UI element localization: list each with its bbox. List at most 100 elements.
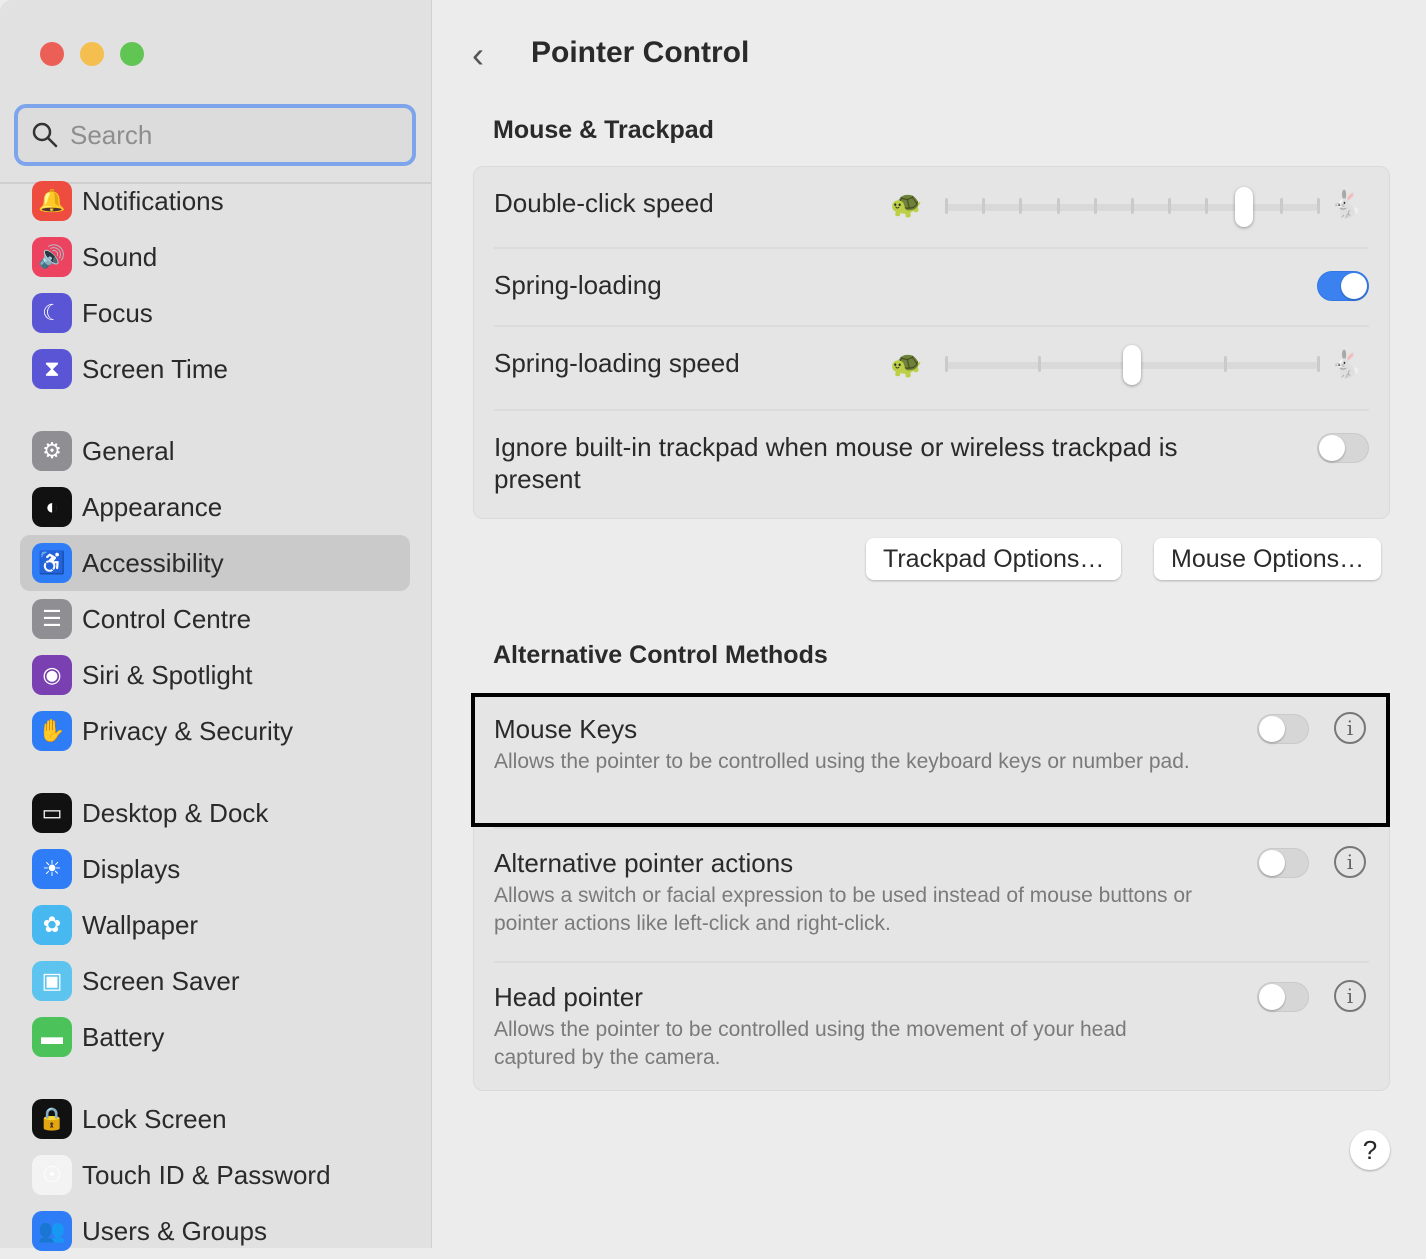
help-button[interactable]: ? xyxy=(1350,1130,1390,1170)
section-title-mouse-trackpad: Mouse & Trackpad xyxy=(493,116,714,145)
alternative-pointer-actions-row: Alternative pointer actions Allows a swi… xyxy=(494,829,1369,963)
sidebar-item-touch-id-password[interactable]: ☉Touch ID & Password xyxy=(20,1147,410,1203)
sidebar-item-label: Lock Screen xyxy=(82,1104,227,1135)
hourglass-icon: ⧗ xyxy=(32,349,72,389)
hand-icon: ✋ xyxy=(32,711,72,751)
slider-tick xyxy=(1019,198,1022,214)
sidebar-item-screen-saver[interactable]: ▣ Screen Saver xyxy=(20,953,410,1009)
sidebar-item-label: Battery xyxy=(82,1022,164,1053)
slider-tick xyxy=(1131,198,1134,214)
double-click-label: Double-click speed xyxy=(494,187,714,219)
info-icon[interactable]: i xyxy=(1334,980,1366,1012)
dock-icon: ▭ xyxy=(32,793,72,833)
search-input[interactable]: Search xyxy=(14,104,416,166)
section-title-alternative-control: Alternative Control Methods xyxy=(493,641,828,670)
double-click-speed-slider[interactable] xyxy=(946,187,1318,227)
alternative-pointer-actions-description: Allows a switch or facial expression to … xyxy=(494,882,1194,938)
highlight-box xyxy=(471,693,1390,827)
sidebar-item-label: Appearance xyxy=(82,492,222,523)
info-icon[interactable]: i xyxy=(1334,846,1366,878)
sidebar-item-sound[interactable]: 🔊Sound xyxy=(20,229,410,285)
flower-icon: ✿ xyxy=(32,905,72,945)
slider-tick xyxy=(1038,356,1041,372)
sidebar-item-wallpaper[interactable]: ✿ Wallpaper xyxy=(20,897,410,953)
gear-icon: ⚙ xyxy=(32,431,72,471)
appearance-icon: ◐ xyxy=(32,487,72,527)
search-placeholder: Search xyxy=(70,120,152,151)
sidebar-item-battery[interactable]: ▬Battery xyxy=(20,1009,410,1065)
users-icon: 👥 xyxy=(32,1211,72,1251)
slider-tick xyxy=(1317,198,1320,214)
slider-tick xyxy=(1317,356,1320,372)
search-icon xyxy=(32,122,58,148)
sidebar-item-label: Notifications xyxy=(82,186,224,217)
sidebar-item-label: Screen Saver xyxy=(82,966,240,997)
sidebar-item-lock-screen[interactable]: 🔒 Lock Screen xyxy=(20,1091,410,1147)
sidebar-item-label: Focus xyxy=(82,298,153,329)
sidebar-item-label: Touch ID & Password xyxy=(82,1160,331,1191)
slider-thumb[interactable] xyxy=(1235,187,1253,227)
minimize-button[interactable] xyxy=(80,42,104,66)
bell-icon: 🔔 xyxy=(32,181,72,221)
sidebar-item-label: Wallpaper xyxy=(82,910,198,941)
ignore-trackpad-toggle[interactable] xyxy=(1317,433,1369,463)
turtle-icon: 🐢 xyxy=(890,349,922,380)
sidebar-item-siri-spotlight[interactable]: ◉Siri & Spotlight xyxy=(20,647,410,703)
sidebar-item-desktop-dock[interactable]: ▭ Desktop & Dock xyxy=(20,785,410,841)
trackpad-options-button[interactable]: Trackpad Options… xyxy=(866,538,1121,580)
sidebar-item-label: Displays xyxy=(82,854,180,885)
lock-icon: 🔒 xyxy=(32,1099,72,1139)
head-pointer-description: Allows the pointer to be controlled usin… xyxy=(494,1016,1194,1072)
close-button[interactable] xyxy=(40,42,64,66)
accessibility-icon: ♿ xyxy=(32,543,72,583)
sun-icon: ☀ xyxy=(32,849,72,889)
head-pointer-toggle[interactable] xyxy=(1257,982,1309,1012)
slider-tick xyxy=(945,356,948,372)
mouse-options-button[interactable]: Mouse Options… xyxy=(1154,538,1381,580)
slider-tick xyxy=(1094,198,1097,214)
control-centre-icon: ☰ xyxy=(32,599,72,639)
sidebar-item-appearance[interactable]: ◐ Appearance xyxy=(20,479,410,535)
spring-loading-speed-slider[interactable] xyxy=(946,345,1318,385)
spring-loading-speed-row: Spring-loading speed 🐢 🐇 xyxy=(494,327,1369,411)
screensaver-icon: ▣ xyxy=(32,961,72,1001)
sidebar-item-focus[interactable]: ☾ Focus xyxy=(20,285,410,341)
slider-tick xyxy=(1205,198,1208,214)
sidebar-item-label: Desktop & Dock xyxy=(82,798,268,829)
slider-tick xyxy=(982,198,985,214)
page-title: Pointer Control xyxy=(531,36,749,70)
sidebar-item-control-centre[interactable]: ☰Control Centre xyxy=(20,591,410,647)
zoom-button[interactable] xyxy=(120,42,144,66)
sidebar-item-label: General xyxy=(82,436,175,467)
sidebar: Search 🔔 Notifications 🔊Sound ☾ Focus ⧗ Screen… xyxy=(0,0,432,1248)
sidebar-item-notifications[interactable]: 🔔 Notifications xyxy=(20,173,410,229)
sidebar-item-screen-time[interactable]: ⧗ Screen Time xyxy=(20,341,410,397)
rabbit-icon: 🐇 xyxy=(1330,349,1362,380)
sidebar-item-label: Screen Time xyxy=(82,354,228,385)
sidebar-item-accessibility[interactable]: ♿Accessibility xyxy=(20,535,410,591)
spring-loading-row: Spring-loading xyxy=(494,249,1369,327)
slider-tick xyxy=(1224,356,1227,372)
slider-thumb[interactable] xyxy=(1123,345,1141,385)
main-pane: ‹ Pointer Control Mouse & Trackpad Doubl… xyxy=(432,0,1426,1248)
head-pointer-row: Head pointer Allows the pointer to be co… xyxy=(494,963,1369,1091)
slider-tick xyxy=(1057,198,1060,214)
spring-loading-speed-label: Spring-loading speed xyxy=(494,347,740,379)
sidebar-item-privacy-security[interactable]: ✋ Privacy & Security xyxy=(20,703,410,759)
ignore-trackpad-label: Ignore built-in trackpad when mouse or w… xyxy=(494,431,1214,495)
mouse-trackpad-card: Double-click speed 🐢 🐇 Spring-loading Sp… xyxy=(473,166,1390,519)
spring-loading-toggle[interactable] xyxy=(1317,271,1369,301)
double-click-row: Double-click speed 🐢 🐇 xyxy=(494,167,1369,249)
turtle-icon: 🐢 xyxy=(890,189,922,220)
back-chevron-icon[interactable]: ‹ xyxy=(472,34,484,76)
alternative-pointer-actions-toggle[interactable] xyxy=(1257,848,1309,878)
ignore-trackpad-row: Ignore built-in trackpad when mouse or w… xyxy=(494,411,1369,519)
sidebar-item-users-groups[interactable]: 👥Users & Groups xyxy=(20,1203,410,1259)
sidebar-item-label: Sound xyxy=(82,242,157,273)
head-pointer-label: Head pointer xyxy=(494,981,643,1013)
moon-icon: ☾ xyxy=(32,293,72,333)
sidebar-item-general[interactable]: ⚙ General xyxy=(20,423,410,479)
sidebar-item-displays[interactable]: ☀ Displays xyxy=(20,841,410,897)
slider-tick xyxy=(945,198,948,214)
sidebar-item-label: Privacy & Security xyxy=(82,716,293,747)
